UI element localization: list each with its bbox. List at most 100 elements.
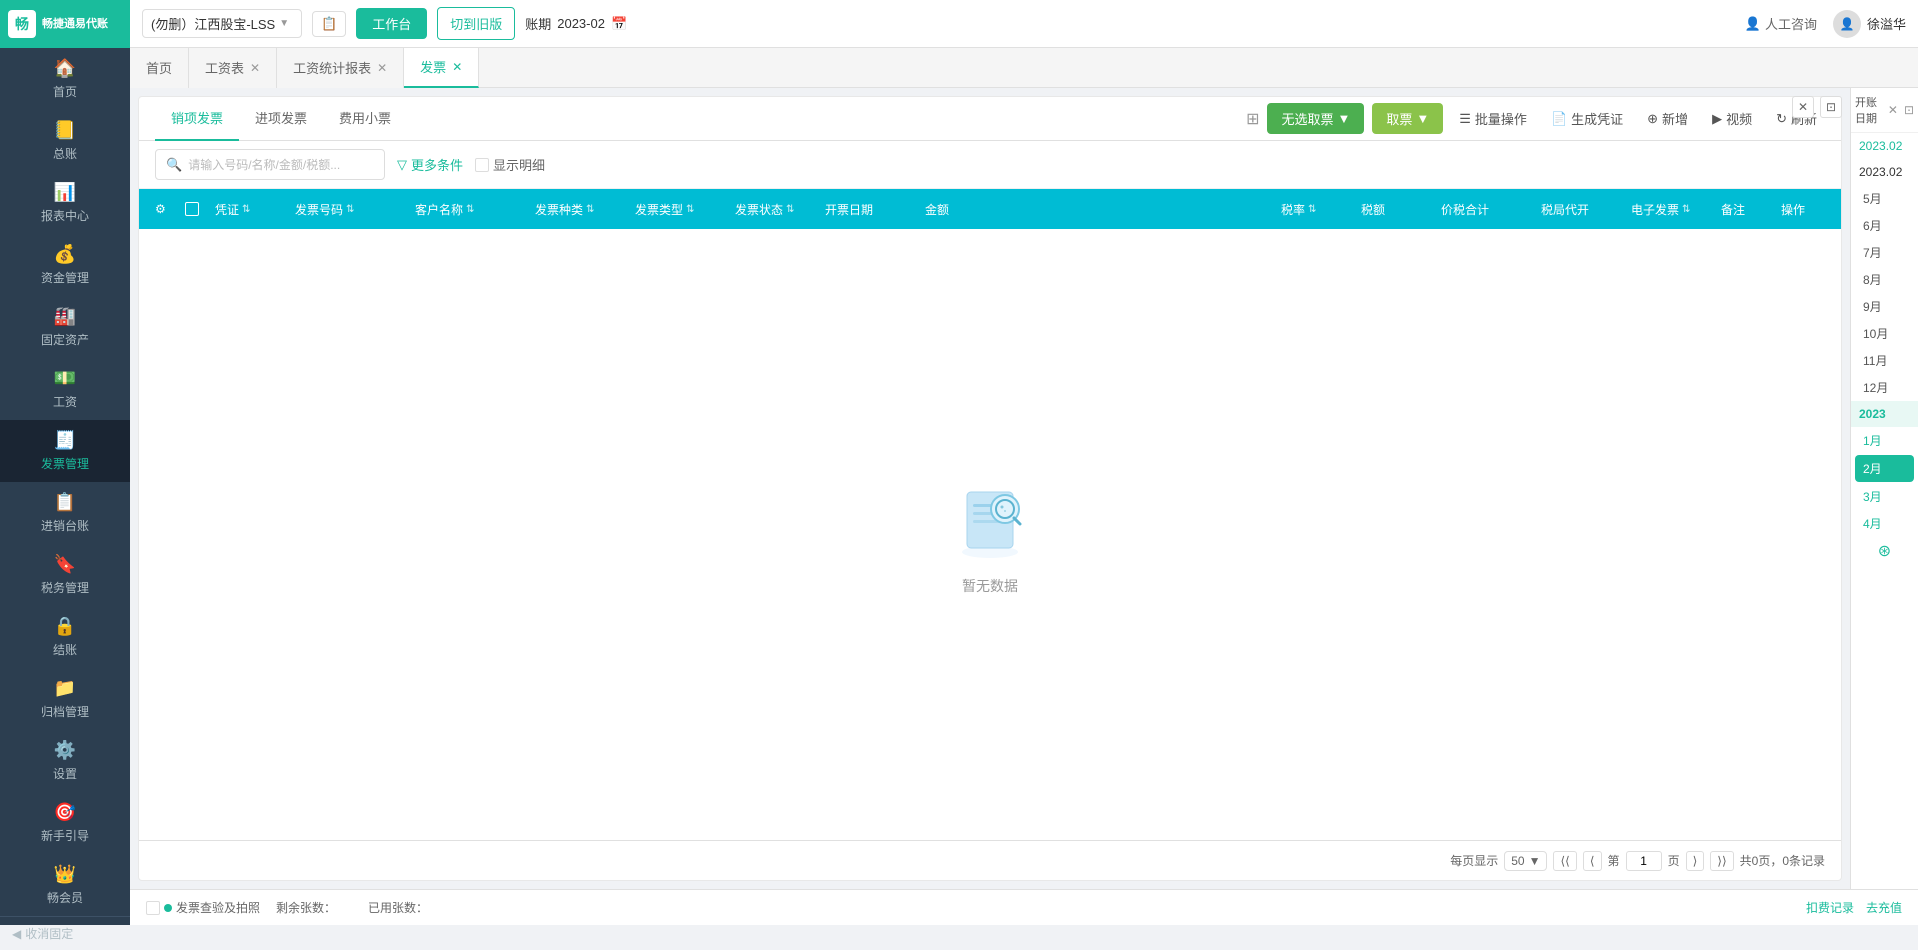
sidebar-item-fund[interactable]: 💰 资金管理 bbox=[0, 234, 130, 296]
no-select-btn[interactable]: 无选取票 ▼ bbox=[1267, 103, 1364, 134]
tab-payroll-close[interactable]: ✕ bbox=[250, 61, 260, 75]
period-close-btn[interactable]: ✕ bbox=[1888, 103, 1898, 117]
th-settings[interactable]: ⚙ bbox=[147, 202, 177, 216]
period-month-2[interactable]: 2月 bbox=[1855, 455, 1914, 482]
period-month-9[interactable]: 9月 bbox=[1851, 293, 1918, 320]
period-month-6[interactable]: 6月 bbox=[1851, 212, 1918, 239]
sidebar-label-ledger: 总账 bbox=[53, 145, 77, 162]
period-month-8[interactable]: 8月 bbox=[1851, 266, 1918, 293]
tab-home-label: 首页 bbox=[146, 58, 172, 77]
pagination: 每页显示 50 ▼ ⟨⟨ ⟨ 第 页 ⟩ ⟩⟩ 共0页，0条记录 bbox=[1450, 851, 1825, 871]
show-detail-checkbox[interactable] bbox=[475, 158, 489, 172]
sidebar-item-fixed-assets[interactable]: 🏭 固定资产 bbox=[0, 296, 130, 358]
th-e-invoice-sort-icon[interactable]: ⇅ bbox=[1682, 204, 1690, 215]
copy-btn[interactable]: 📋 bbox=[312, 11, 346, 37]
used-label: 已用张数： bbox=[368, 899, 428, 916]
period-month-7-label: 7月 bbox=[1863, 244, 1882, 261]
more-conditions-btn[interactable]: ▽ 更多条件 bbox=[397, 155, 463, 174]
th-customer-label: 客户名称 bbox=[415, 201, 463, 218]
status-check-checkbox[interactable] bbox=[146, 901, 160, 915]
search-placeholder: 请输入号码/名称/金额/税额... bbox=[188, 156, 340, 173]
th-invoice-status-sort-icon[interactable]: ⇅ bbox=[786, 204, 794, 215]
period-month-7[interactable]: 7月 bbox=[1851, 239, 1918, 266]
company-selector[interactable]: (勿删）江西股宝-LSS ▼ bbox=[142, 9, 302, 38]
period-month-3[interactable]: 3月 bbox=[1851, 483, 1918, 510]
page-size-select[interactable]: 50 ▼ bbox=[1504, 851, 1547, 871]
sidebar-item-home[interactable]: 🏠 首页 bbox=[0, 48, 130, 110]
tab-payroll-stats[interactable]: 工资统计报表 ✕ bbox=[277, 48, 404, 88]
period-month-11-label: 11月 bbox=[1863, 352, 1887, 369]
first-page-btn[interactable]: ⟨⟨ bbox=[1553, 851, 1576, 871]
period-scroll-down[interactable]: ⊛ bbox=[1851, 537, 1918, 565]
sidebar-item-report[interactable]: 📊 报表中心 bbox=[0, 172, 130, 234]
th-customer-sort-icon[interactable]: ⇅ bbox=[466, 204, 474, 215]
th-invoice-cat-sort-icon[interactable]: ⇅ bbox=[686, 204, 694, 215]
th-invoice-type-sort-icon[interactable]: ⇅ bbox=[586, 204, 594, 215]
user-menu[interactable]: 👤 徐溢华 bbox=[1833, 10, 1906, 38]
next-page-btn[interactable]: ⟩ bbox=[1686, 851, 1705, 871]
th-checkbox[interactable] bbox=[185, 202, 199, 216]
th-invoice-no-sort-icon[interactable]: ⇅ bbox=[346, 204, 354, 215]
last-page-btn[interactable]: ⟩⟩ bbox=[1710, 851, 1733, 871]
period-month-11[interactable]: 11月 bbox=[1851, 347, 1918, 374]
show-detail-toggle[interactable]: 显示明细 bbox=[475, 155, 545, 174]
sales-icon: 📋 bbox=[54, 492, 76, 513]
sub-tab-purchase-invoice[interactable]: 进项发票 bbox=[239, 97, 323, 141]
sidebar-item-sales[interactable]: 📋 进销台账 bbox=[0, 482, 130, 544]
sidebar-item-tax[interactable]: 🔖 税务管理 bbox=[0, 544, 130, 606]
prev-page-btn[interactable]: ⟨ bbox=[1583, 851, 1602, 871]
tab-invoice-close[interactable]: ✕ bbox=[452, 60, 462, 74]
sidebar-item-settings[interactable]: ⚙️ 设置 bbox=[0, 730, 130, 792]
fetch-btn[interactable]: 取票 ▼ bbox=[1372, 103, 1443, 134]
sidebar-item-archive[interactable]: 📁 归档管理 bbox=[0, 668, 130, 730]
sidebar-item-closing[interactable]: 🔒 结账 bbox=[0, 606, 130, 668]
period-month-4[interactable]: 4月 bbox=[1851, 510, 1918, 537]
sub-tab-expense[interactable]: 费用小票 bbox=[323, 97, 407, 141]
sidebar-item-invoice[interactable]: 🧾 发票管理 bbox=[0, 420, 130, 482]
panel-close-btn[interactable]: ✕ bbox=[1792, 96, 1814, 118]
grid-view-icon[interactable]: ⊞ bbox=[1246, 109, 1259, 129]
tab-home[interactable]: 首页 bbox=[130, 48, 189, 88]
period-month-1[interactable]: 1月 bbox=[1851, 427, 1918, 454]
sidebar-item-guide[interactable]: 🎯 新手引导 bbox=[0, 792, 130, 854]
service-btn[interactable]: 👤 人工咨询 bbox=[1745, 14, 1817, 33]
period-maximize-btn[interactable]: ⊡ bbox=[1904, 103, 1914, 117]
tab-invoice[interactable]: 发票 ✕ bbox=[404, 48, 479, 88]
period-scroll-down-icon[interactable]: ⊛ bbox=[1878, 541, 1891, 561]
generate-voucher-btn[interactable]: 📄 生成凭证 bbox=[1543, 105, 1631, 132]
th-tax-rate-sort-icon[interactable]: ⇅ bbox=[1308, 204, 1316, 215]
sidebar-item-member[interactable]: 👑 畅会员 bbox=[0, 854, 130, 916]
batch-action-btn[interactable]: ☰ 批量操作 bbox=[1451, 105, 1535, 132]
period-month-10[interactable]: 10月 bbox=[1851, 320, 1918, 347]
period-month-12[interactable]: 12月 bbox=[1851, 374, 1918, 401]
sub-tab-sales-invoice[interactable]: 销项发票 bbox=[155, 97, 239, 141]
sidebar-collapse-btn[interactable]: ◀ 收消固定 bbox=[0, 917, 130, 950]
workbench-btn[interactable]: 工作台 bbox=[356, 8, 427, 39]
new-btn[interactable]: ⊕ 新增 bbox=[1639, 105, 1696, 132]
period-year-2023-second[interactable]: 2023.02 bbox=[1851, 159, 1918, 185]
period-month-8-label: 8月 bbox=[1863, 271, 1882, 288]
period-calendar-icon[interactable]: 📅 bbox=[611, 16, 627, 32]
search-input[interactable]: 🔍 请输入号码/名称/金额/税额... bbox=[155, 149, 385, 180]
tab-payroll[interactable]: 工资表 ✕ bbox=[189, 48, 277, 88]
video-btn[interactable]: ▶ 视频 bbox=[1704, 105, 1760, 132]
switch-version-btn[interactable]: 切到旧版 bbox=[437, 7, 515, 40]
sidebar-item-ledger[interactable]: 📒 总账 bbox=[0, 110, 130, 172]
sidebar-item-payroll[interactable]: 💵 工资 bbox=[0, 358, 130, 420]
service-icon: 👤 bbox=[1745, 16, 1761, 32]
fee-record-link[interactable]: 扣费记录 bbox=[1806, 899, 1854, 916]
tab-payroll-stats-close[interactable]: ✕ bbox=[377, 61, 387, 75]
th-invoice-cat: 发票类型 ⇅ bbox=[627, 201, 727, 218]
period-year-2023-top[interactable]: 2023.02 bbox=[1851, 133, 1918, 159]
recharge-link[interactable]: 去充值 bbox=[1866, 899, 1902, 916]
th-voucher-sort-icon[interactable]: ⇅ bbox=[242, 204, 250, 215]
panel-maximize-btn[interactable]: ⊡ bbox=[1820, 96, 1842, 118]
th-voucher-label: 凭证 bbox=[215, 201, 239, 218]
tab-payroll-label: 工资表 bbox=[205, 58, 244, 77]
sidebar-label-sales: 进销台账 bbox=[41, 517, 89, 534]
tab-invoice-label: 发票 bbox=[420, 57, 446, 76]
page-number-input[interactable] bbox=[1626, 851, 1662, 871]
period-year-2023-label[interactable]: 2023 bbox=[1851, 401, 1918, 427]
th-check[interactable] bbox=[177, 202, 207, 216]
period-month-5[interactable]: 5月 bbox=[1851, 185, 1918, 212]
